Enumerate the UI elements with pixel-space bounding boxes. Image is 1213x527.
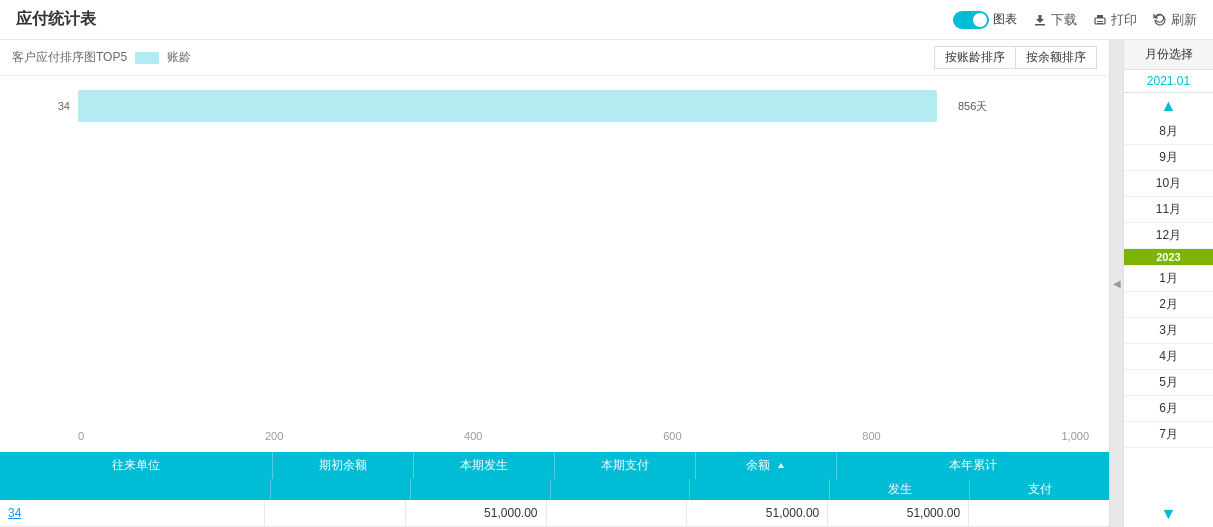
month-8[interactable]: 8月 [1124, 119, 1213, 145]
sidebar-months-list: 8月 9月 10月 11月 12月 2023 1月 2月 3月 4月 5月 6月… [1124, 119, 1213, 501]
axis-tick-600: 600 [663, 430, 681, 442]
month-7[interactable]: 7月 [1124, 422, 1213, 448]
th-opening: 期初余额 [273, 452, 414, 479]
th-opening-sub [271, 479, 411, 500]
month-3[interactable]: 3月 [1124, 318, 1213, 344]
axis-tick-200: 200 [265, 430, 283, 442]
th-occurrence-sub [411, 479, 551, 500]
cell-ytd-occurrence: 51,000.00 [828, 500, 969, 526]
sidebar-up-button[interactable]: ▲ [1124, 93, 1213, 119]
cell-unit[interactable]: 34 [0, 500, 265, 526]
sidebar-header: 月份选择 [1124, 40, 1213, 70]
download-icon [1033, 13, 1047, 27]
sort-icon [776, 461, 786, 471]
svg-rect-4 [1097, 23, 1103, 24]
legend-title: 客户应付排序图TOP5 [12, 49, 127, 66]
cell-opening [265, 500, 406, 526]
data-table: 往来单位 期初余额 本期发生 本期支付 余额 本年累计 发生 [0, 452, 1109, 527]
month-5[interactable]: 5月 [1124, 370, 1213, 396]
th-unit-sub [0, 479, 271, 500]
bar-value-34: 856天 [958, 99, 987, 114]
th-payment: 本期支付 [555, 452, 696, 479]
svg-rect-2 [1097, 15, 1103, 18]
sidebar-current-date[interactable]: 2021.01 [1124, 70, 1213, 93]
axis-tick-0: 0 [78, 430, 84, 442]
axis-tick-400: 400 [464, 430, 482, 442]
svg-rect-3 [1097, 21, 1103, 22]
x-axis: 0 200 400 600 800 1,000 [40, 430, 1089, 442]
axis-tick-1000: 1,000 [1061, 430, 1089, 442]
month-1[interactable]: 1月 [1124, 266, 1213, 292]
sort-by-amount-button[interactable]: 按账龄排序 [934, 46, 1015, 69]
print-icon [1093, 13, 1107, 27]
year-2023-marker: 2023 [1124, 249, 1213, 266]
download-label: 下载 [1051, 11, 1077, 29]
legend-color-box [135, 52, 159, 64]
table-row: 34 51,000.00 51,000.00 51,000.00 [0, 500, 1109, 527]
page-title: 应付统计表 [16, 9, 96, 30]
month-10[interactable]: 10月 [1124, 171, 1213, 197]
print-button[interactable]: 打印 [1093, 11, 1137, 29]
refresh-button[interactable]: 刷新 [1153, 11, 1197, 29]
sidebar-toggle[interactable]: ◀ [1109, 40, 1123, 527]
svg-marker-5 [778, 463, 784, 468]
month-9[interactable]: 9月 [1124, 145, 1213, 171]
th-occurrence: 本期发生 [414, 452, 555, 479]
toggle-label: 图表 [993, 11, 1017, 28]
cell-occurrence: 51,000.00 [406, 500, 547, 526]
bar-34: 856天 [78, 90, 937, 122]
chart-area: 34 856天 0 200 400 600 800 1,000 [0, 76, 1109, 452]
th-ytd-group: 本年累计 [837, 452, 1109, 479]
sort-by-balance-button[interactable]: 按余额排序 [1015, 46, 1097, 69]
th-unit: 往来单位 [0, 452, 273, 479]
month-12[interactable]: 12月 [1124, 223, 1213, 249]
print-label: 打印 [1111, 11, 1137, 29]
chart-legend: 客户应付排序图TOP5 账龄 [12, 49, 191, 66]
month-sidebar: 月份选择 2021.01 ▲ 8月 9月 10月 11月 12月 2023 1月… [1123, 40, 1213, 527]
cell-ytd-payment [969, 500, 1109, 526]
download-button[interactable]: 下载 [1033, 11, 1077, 29]
cell-balance: 51,000.00 [687, 500, 828, 526]
chart-toggle[interactable]: 图表 [953, 11, 1017, 29]
axis-tick-800: 800 [862, 430, 880, 442]
th-ytd-occurrence: 发生 [830, 479, 970, 500]
th-ytd-payment: 支付 [970, 479, 1109, 500]
month-11[interactable]: 11月 [1124, 197, 1213, 223]
chart-bar-row: 34 856天 [40, 90, 1089, 122]
refresh-label: 刷新 [1171, 11, 1197, 29]
legend-label: 账龄 [167, 49, 191, 66]
month-6[interactable]: 6月 [1124, 396, 1213, 422]
th-payment-sub [551, 479, 691, 500]
svg-rect-0 [1035, 24, 1045, 26]
th-balance-sub [690, 479, 830, 500]
month-4[interactable]: 4月 [1124, 344, 1213, 370]
th-balance: 余额 [696, 452, 837, 479]
refresh-icon [1153, 13, 1167, 27]
cell-payment [547, 500, 688, 526]
month-2[interactable]: 2月 [1124, 292, 1213, 318]
bar-label-34: 34 [40, 100, 70, 112]
sidebar-down-button[interactable]: ▼ [1124, 501, 1213, 527]
